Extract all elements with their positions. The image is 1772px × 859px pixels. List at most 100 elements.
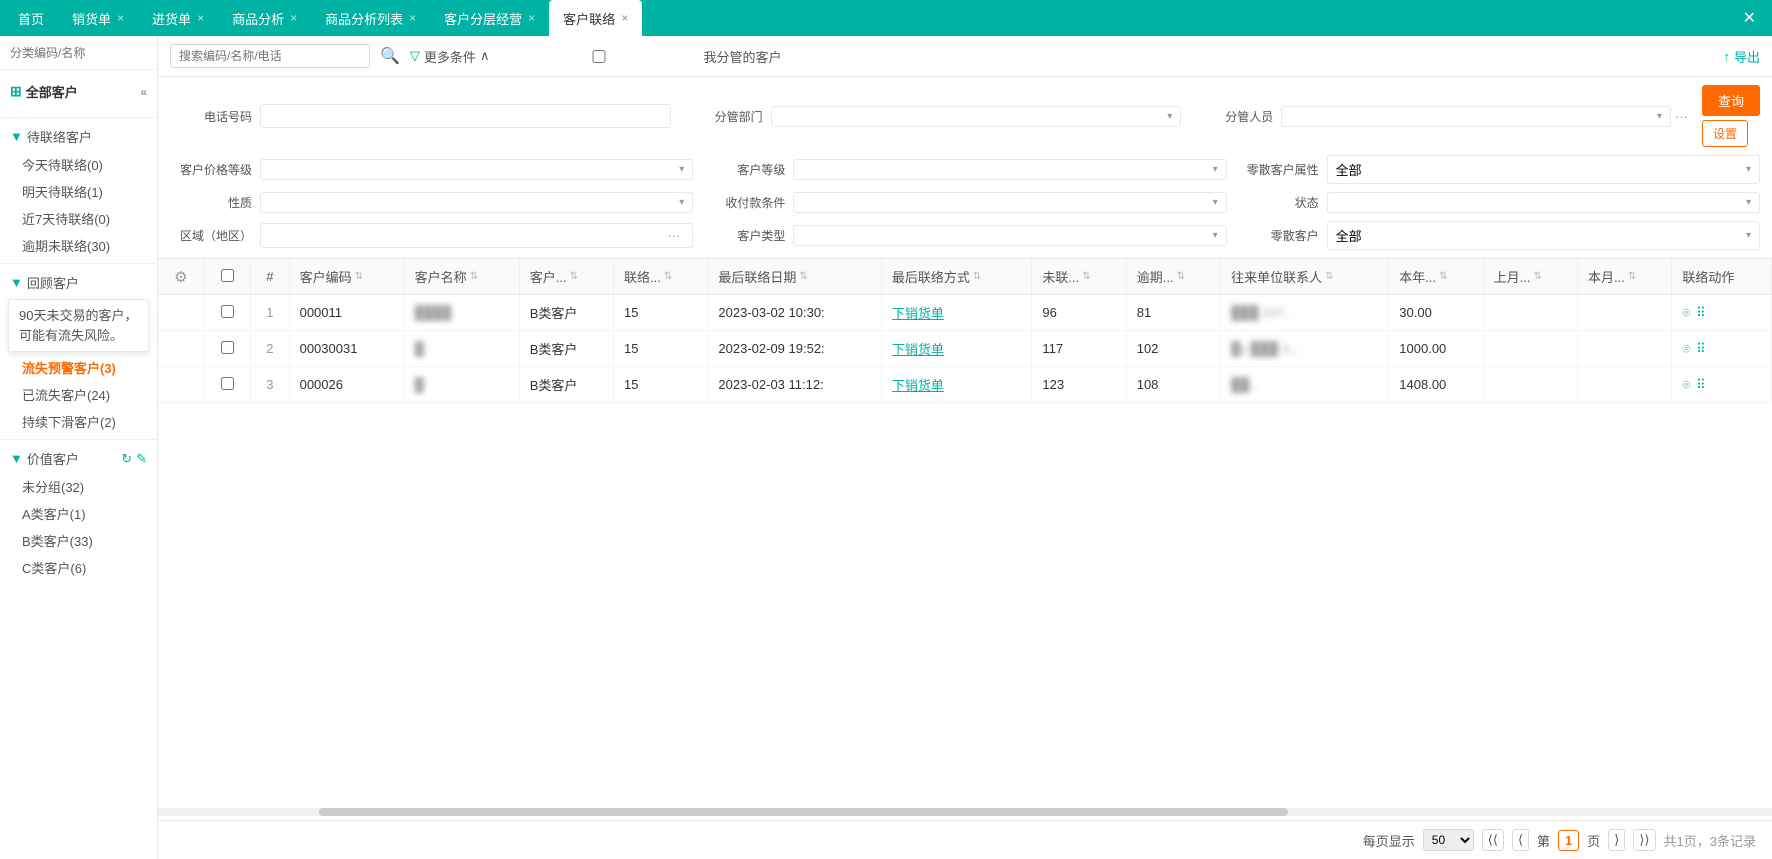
my-customers-checkbox-label[interactable]: 我分管的客户 [499, 47, 781, 66]
sidebar-item-7days[interactable]: 近7天待联络(0) [0, 205, 157, 232]
close-purchase-icon[interactable]: × [197, 11, 204, 25]
arrow-down-icon-2: ▼ [10, 275, 23, 290]
select-all-checkbox[interactable] [221, 269, 234, 282]
sort-icon-contact[interactable]: ⇅ [664, 271, 672, 282]
per-page-select[interactable]: 50 20 100 [1423, 829, 1474, 851]
row-checkbox[interactable] [221, 305, 234, 318]
close-analysis-icon[interactable]: × [290, 11, 297, 25]
sort-icon-name[interactable]: ⇅ [470, 271, 478, 282]
value-section-header[interactable]: ▼ 价值客户 ↻ ✎ [0, 444, 157, 473]
tab-home[interactable]: 首页 [4, 0, 58, 36]
scroll-thumb[interactable] [319, 808, 1287, 816]
sidebar-item-tomorrow[interactable]: 明天待联络(1) [0, 178, 157, 205]
filter-customer-level-field: 客户等级 ▾ [703, 159, 1226, 180]
filter-person-more-icon[interactable]: ··· [1671, 109, 1692, 124]
filter-person-select[interactable]: ▾ [1281, 106, 1671, 127]
sidebar-item-c-class[interactable]: C类客户(6) [0, 554, 157, 581]
sort-icon-type[interactable]: ⇅ [570, 271, 578, 282]
row-code-cell: 000026 [289, 367, 404, 403]
prev-page-button[interactable]: ⟨ [1512, 829, 1529, 851]
sidebar-search-input[interactable] [10, 46, 158, 60]
sort-icon-this-year[interactable]: ⇅ [1439, 271, 1447, 282]
refresh-icon[interactable]: ↻ [121, 451, 132, 467]
close-sales-icon[interactable]: × [117, 11, 124, 25]
tab-purchase[interactable]: 进货单 × [138, 0, 218, 36]
sidebar-item-a-class[interactable]: A类客户(1) [0, 500, 157, 527]
contact-icon[interactable]: ⌾ [1682, 341, 1690, 357]
divider-2 [0, 263, 157, 264]
export-button[interactable]: ↑ 导出 [1723, 47, 1760, 66]
sort-icon-last-date[interactable]: ⇅ [799, 271, 807, 282]
sort-icon-code[interactable]: ⇅ [355, 271, 363, 282]
search-input[interactable] [170, 44, 370, 68]
sidebar-item-overdue[interactable]: 逾期未联络(30) [0, 232, 157, 259]
page-unit: 页 [1587, 831, 1600, 850]
tab-analysis-list[interactable]: 商品分析列表 × [311, 0, 430, 36]
last-method-link[interactable]: 下销货单 [892, 306, 944, 321]
sort-icon-last-method[interactable]: ⇅ [973, 271, 981, 282]
filter-payment-select[interactable]: ▾ [793, 192, 1226, 213]
row-this-year-cell: 1408.00 [1389, 367, 1483, 403]
filter-zero-attr-select[interactable]: 全部 ▾ [1327, 155, 1760, 184]
sort-icon-last-month[interactable]: ⇅ [1533, 271, 1541, 282]
query-button[interactable]: 查询 [1702, 85, 1760, 116]
filter-phone-input[interactable] [260, 104, 671, 128]
sort-icon-unit-contact[interactable]: ⇅ [1325, 271, 1333, 282]
edit-icon[interactable]: ✎ [136, 451, 147, 467]
sidebar-item-declining[interactable]: 持续下滑客户(2) [0, 408, 157, 435]
last-method-link[interactable]: 下销货单 [892, 342, 944, 357]
sort-icon-overdue[interactable]: ⇅ [1177, 271, 1185, 282]
last-method-link[interactable]: 下销货单 [892, 378, 944, 393]
row-this-year-cell: 30.00 [1389, 295, 1483, 331]
last-page-button[interactable]: ⟩⟩ [1633, 829, 1655, 851]
sidebar-item-b-class[interactable]: B类客户(33) [0, 527, 157, 554]
close-customer-contact-icon[interactable]: × [621, 11, 628, 25]
row-checkbox[interactable] [221, 341, 234, 354]
filter-price-tier-select[interactable]: ▾ [260, 159, 693, 180]
sidebar-item-ungroup[interactable]: 未分组(32) [0, 473, 157, 500]
more-actions-icon[interactable]: ⠿ [1696, 305, 1706, 321]
filter-customer-level-select[interactable]: ▾ [793, 159, 1226, 180]
more-actions-icon[interactable]: ⠿ [1696, 341, 1706, 357]
payment-arrow-icon: ▾ [1213, 197, 1218, 208]
my-customers-checkbox[interactable] [499, 50, 699, 63]
region-more-icon[interactable]: ··· [663, 228, 684, 243]
more-filters-btn[interactable]: ▽ 更多条件 ∧ [410, 47, 490, 66]
my-customers-label: 我分管的客户 [703, 47, 781, 66]
next-page-button[interactable]: ⟩ [1608, 829, 1625, 851]
sort-icon-uncontacted[interactable]: ⇅ [1082, 271, 1090, 282]
settings-gear-icon[interactable]: ⚙ [174, 269, 187, 286]
filter-customer-type-select[interactable]: ▾ [793, 225, 1226, 246]
pending-section-label: 待联络客户 [27, 127, 92, 146]
tab-analysis[interactable]: 商品分析 × [218, 0, 311, 36]
contact-icon[interactable]: ⌾ [1682, 305, 1690, 321]
sidebar-item-lost-warning[interactable]: 流失预警客户(3) [0, 354, 157, 381]
scroll-track[interactable] [158, 808, 1772, 816]
chevron-down-icon: ∧ [480, 48, 490, 64]
filter-status-select[interactable]: ▾ [1327, 192, 1760, 213]
close-customer-tier-icon[interactable]: × [528, 11, 535, 25]
filter-region-select[interactable]: ··· [260, 223, 693, 248]
tab-customer-contact[interactable]: 客户联络 × [549, 0, 642, 36]
divider-3 [0, 439, 157, 440]
close-analysis-list-icon[interactable]: × [409, 11, 416, 25]
sort-icon-this-month[interactable]: ⇅ [1628, 271, 1636, 282]
contact-icon[interactable]: ⌾ [1682, 377, 1690, 393]
settings-button[interactable]: 设置 [1702, 120, 1748, 147]
lost-section-header[interactable]: ▼ 回顾客户 [0, 268, 157, 297]
tab-customer-tier[interactable]: 客户分层经营 × [430, 0, 549, 36]
first-page-button[interactable]: ⟨⟨ [1482, 829, 1504, 851]
close-all-icon[interactable]: ✕ [1731, 8, 1768, 28]
filter-zero-customer-select[interactable]: 全部 ▾ [1327, 221, 1760, 250]
sidebar-item-today[interactable]: 今天待联络(0) [0, 151, 157, 178]
filter-gender-select[interactable]: ▾ [260, 192, 693, 213]
collapse-icon: « [140, 85, 147, 99]
search-button-icon[interactable]: 🔍 [380, 46, 400, 66]
pending-section-header[interactable]: ▼ 待联络客户 [0, 122, 157, 151]
sidebar-item-already-lost[interactable]: 已流失客户(24) [0, 381, 157, 408]
all-customers-header[interactable]: ⊞ 全部客户 « [0, 76, 157, 107]
filter-dept-select[interactable]: ▾ [771, 106, 1182, 127]
row-checkbox[interactable] [221, 377, 234, 390]
more-actions-icon[interactable]: ⠿ [1696, 377, 1706, 393]
tab-sales[interactable]: 销货单 × [58, 0, 138, 36]
